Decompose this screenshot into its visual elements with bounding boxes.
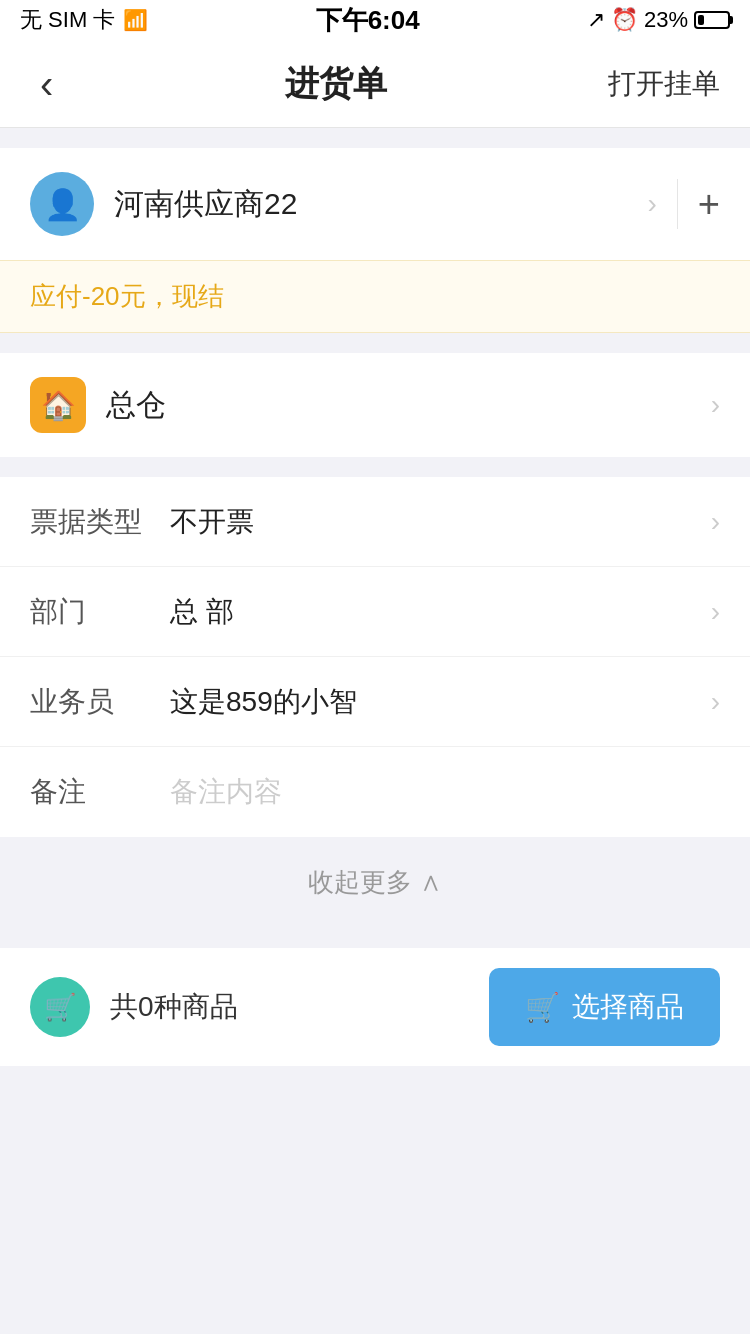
warehouse-name: 总仓 xyxy=(106,385,711,426)
select-product-button[interactable]: 🛒 选择商品 xyxy=(489,968,720,1046)
open-pending-button[interactable]: 打开挂单 xyxy=(608,65,720,103)
collapse-row[interactable]: 收起更多 ∧ xyxy=(0,837,750,928)
add-supplier-button[interactable]: + xyxy=(698,185,720,223)
battery-percent: 23% xyxy=(644,7,688,33)
warehouse-row[interactable]: 🏠 总仓 › xyxy=(0,353,750,457)
bottom-bar: 🛒 共0种商品 🛒 选择商品 xyxy=(0,948,750,1066)
wifi-icon: 📶 xyxy=(123,8,148,32)
page-title: 进货单 xyxy=(285,61,387,107)
invoice-type-row[interactable]: 票据类型 不开票 › xyxy=(0,477,750,567)
nav-bar: ‹ 进货单 打开挂单 xyxy=(0,40,750,128)
gap-4 xyxy=(0,928,750,948)
supplier-name: 河南供应商22 xyxy=(114,184,647,225)
department-label: 部门 xyxy=(30,593,150,631)
supplier-card: 👤 河南供应商22 › + 应付-20元，现结 xyxy=(0,148,750,333)
product-icon-symbol: 🛒 xyxy=(44,992,76,1023)
department-row[interactable]: 部门 总 部 › xyxy=(0,567,750,657)
department-value: 总 部 xyxy=(170,593,711,631)
warehouse-chevron-icon: › xyxy=(711,389,720,421)
status-right: ↗ ⏰ 23% xyxy=(587,7,730,33)
department-chevron-icon: › xyxy=(711,596,720,628)
salesman-value: 这是859的小智 xyxy=(170,683,711,721)
salesman-chevron-icon: › xyxy=(711,686,720,718)
select-product-label: 选择商品 xyxy=(572,988,684,1026)
invoice-chevron-icon: › xyxy=(711,506,720,538)
status-time: 下午6:04 xyxy=(316,3,420,38)
notice-banner: 应付-20元，现结 xyxy=(0,260,750,333)
supplier-avatar: 👤 xyxy=(30,172,94,236)
salesman-label: 业务员 xyxy=(30,683,150,721)
product-count-text: 共0种商品 xyxy=(110,988,469,1026)
select-product-icon: 🛒 xyxy=(525,991,560,1024)
back-button[interactable]: ‹ xyxy=(30,64,63,104)
product-icon: 🛒 xyxy=(30,977,90,1037)
warehouse-card[interactable]: 🏠 总仓 › xyxy=(0,353,750,457)
gap-2 xyxy=(0,333,750,353)
warehouse-icon: 🏠 xyxy=(30,377,86,433)
remark-label: 备注 xyxy=(30,773,150,811)
status-bar: 无 SIM 卡 📶 下午6:04 ↗ ⏰ 23% xyxy=(0,0,750,40)
remark-row[interactable]: 备注 备注内容 xyxy=(0,747,750,837)
invoice-type-value: 不开票 xyxy=(170,503,711,541)
gap-3 xyxy=(0,457,750,477)
gap-1 xyxy=(0,128,750,148)
form-card: 票据类型 不开票 › 部门 总 部 › 业务员 这是859的小智 › 备注 备注… xyxy=(0,477,750,837)
status-left: 无 SIM 卡 📶 xyxy=(20,5,148,35)
avatar-icon: 👤 xyxy=(44,187,81,222)
supplier-chevron-icon: › xyxy=(647,188,656,220)
page-background xyxy=(0,1066,750,1266)
warehouse-icon-symbol: 🏠 xyxy=(41,389,76,422)
salesman-row[interactable]: 业务员 这是859的小智 › xyxy=(0,657,750,747)
supplier-divider xyxy=(677,179,678,229)
supplier-row[interactable]: 👤 河南供应商22 › + xyxy=(0,148,750,260)
carrier-text: 无 SIM 卡 xyxy=(20,5,115,35)
battery-icon xyxy=(694,11,730,29)
invoice-type-label: 票据类型 xyxy=(30,503,150,541)
collapse-label: 收起更多 ∧ xyxy=(308,865,441,900)
location-icon: ↗ xyxy=(587,7,605,33)
alarm-icon: ⏰ xyxy=(611,7,638,33)
remark-value[interactable]: 备注内容 xyxy=(170,773,720,811)
